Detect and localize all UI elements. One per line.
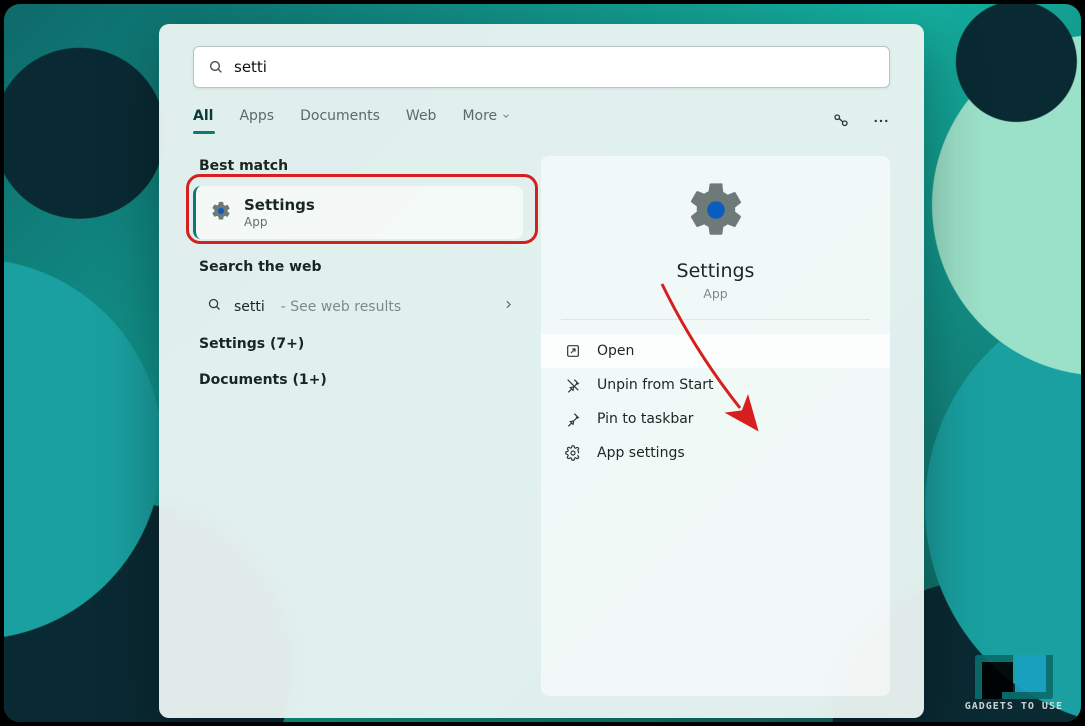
result-documents-more[interactable]: Documents (1+) [193,362,523,398]
tab-more-label: More [462,108,497,124]
results-column: Best match Settings App [193,156,523,696]
unpin-icon [565,377,583,393]
action-pin-taskbar[interactable]: Pin to taskbar [541,402,890,436]
action-app-settings[interactable]: App settings [541,436,890,470]
action-open-label: Open [597,343,634,359]
gear-icon [210,200,232,226]
pin-icon [565,411,583,427]
start-search-panel: All Apps Documents Web More [159,24,924,718]
search-icon [207,297,222,316]
gear-icon [565,445,583,461]
search-web-heading: Search the web [199,259,523,275]
watermark-text: GADGETS TO USE [965,701,1063,712]
web-result-setti[interactable]: setti - See web results [193,287,523,326]
search-icon [208,59,224,75]
search-input[interactable] [234,58,875,76]
preview-subtitle: App [703,286,727,301]
action-unpin-label: Unpin from Start [597,377,713,393]
tab-apps[interactable]: Apps [239,108,274,134]
chevron-right-icon [502,298,515,315]
tab-all[interactable]: All [193,108,213,134]
preview-pane: Settings App Open [541,156,890,696]
best-match-settings[interactable]: Settings App [193,186,523,239]
annotation-highlight [186,174,538,244]
filter-tabs: All Apps Documents Web More [193,108,890,134]
gear-icon [684,178,748,246]
action-open[interactable]: Open [541,334,890,368]
web-result-query: setti [234,299,265,315]
tab-web[interactable]: Web [406,108,437,134]
action-app-settings-label: App settings [597,445,685,461]
action-unpin-start[interactable]: Unpin from Start [541,368,890,402]
chevron-down-icon [501,111,511,121]
action-pin-label: Pin to taskbar [597,411,694,427]
tab-documents[interactable]: Documents [300,108,380,134]
result-settings-more[interactable]: Settings (7+) [193,326,523,362]
preview-title: Settings [677,260,755,282]
best-match-title: Settings [244,196,315,214]
watermark: GADGETS TO USE [965,655,1063,712]
more-options-icon[interactable] [872,112,890,130]
tab-more[interactable]: More [462,108,511,134]
web-result-hint: - See web results [281,299,401,315]
open-icon [565,343,583,359]
preview-actions: Open Unpin from Start Pin [541,334,890,470]
search-bar[interactable] [193,46,890,88]
share-icon[interactable] [832,112,850,130]
best-match-subtitle: App [244,215,315,229]
watermark-logo [975,655,1053,699]
best-match-heading: Best match [199,158,523,174]
